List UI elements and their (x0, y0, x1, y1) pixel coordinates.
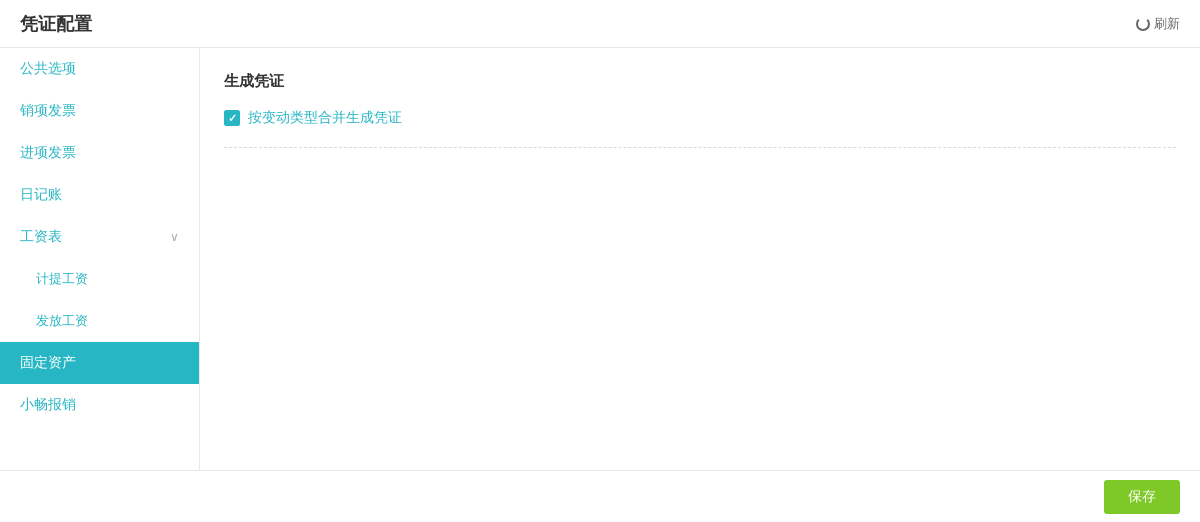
sidebar-item-pay-salary[interactable]: 发放工资 (0, 300, 199, 342)
sidebar-label-sales-invoice: 销项发票 (20, 102, 76, 120)
sidebar-item-payroll[interactable]: 工资表 ∨ (0, 216, 199, 258)
sidebar-label-calc-salary: 计提工资 (36, 270, 88, 288)
sidebar-label-expense-report: 小畅报销 (20, 396, 76, 414)
sidebar-label-journal: 日记账 (20, 186, 62, 204)
chevron-down-icon: ∨ (170, 230, 179, 244)
sidebar-item-purchase-invoice[interactable]: 进项发票 (0, 132, 199, 174)
sidebar-label-fixed-assets: 固定资产 (20, 354, 76, 372)
sidebar-label-payroll: 工资表 (20, 228, 62, 246)
refresh-label: 刷新 (1154, 15, 1180, 33)
refresh-icon (1136, 17, 1150, 31)
sidebar-label-purchase-invoice: 进项发票 (20, 144, 76, 162)
sidebar-label-pay-salary: 发放工资 (36, 312, 88, 330)
sidebar-item-journal[interactable]: 日记账 (0, 174, 199, 216)
sidebar-item-sales-invoice[interactable]: 销项发票 (0, 90, 199, 132)
merge-checkbox-label[interactable]: 按变动类型合并生成凭证 (248, 109, 402, 127)
save-button[interactable]: 保存 (1104, 480, 1180, 514)
sidebar: 公共选项销项发票进项发票日记账工资表 ∨ 计提工资发放工资固定资产小畅报销 (0, 48, 200, 470)
section-title: 生成凭证 (224, 72, 1176, 91)
sidebar-item-calc-salary[interactable]: 计提工资 (0, 258, 199, 300)
sidebar-item-fixed-assets[interactable]: 固定资产 (0, 342, 199, 384)
page-wrapper: 凭证配置 刷新 公共选项销项发票进项发票日记账工资表 ∨ 计提工资发放工资固定资产小… (0, 0, 1200, 522)
section-divider (224, 147, 1176, 148)
page-body: 公共选项销项发票进项发票日记账工资表 ∨ 计提工资发放工资固定资产小畅报销 生成凭证… (0, 48, 1200, 470)
sidebar-item-public-options[interactable]: 公共选项 (0, 48, 199, 90)
page-footer: 保存 (0, 470, 1200, 522)
main-content: 生成凭证 按变动类型合并生成凭证 (200, 48, 1200, 470)
sidebar-item-expense-report[interactable]: 小畅报销 (0, 384, 199, 426)
page-title: 凭证配置 (20, 12, 92, 36)
merge-checkbox[interactable] (224, 110, 240, 126)
refresh-button[interactable]: 刷新 (1136, 15, 1180, 33)
sidebar-label-public-options: 公共选项 (20, 60, 76, 78)
page-header: 凭证配置 刷新 (0, 0, 1200, 48)
checkbox-row: 按变动类型合并生成凭证 (224, 109, 1176, 127)
